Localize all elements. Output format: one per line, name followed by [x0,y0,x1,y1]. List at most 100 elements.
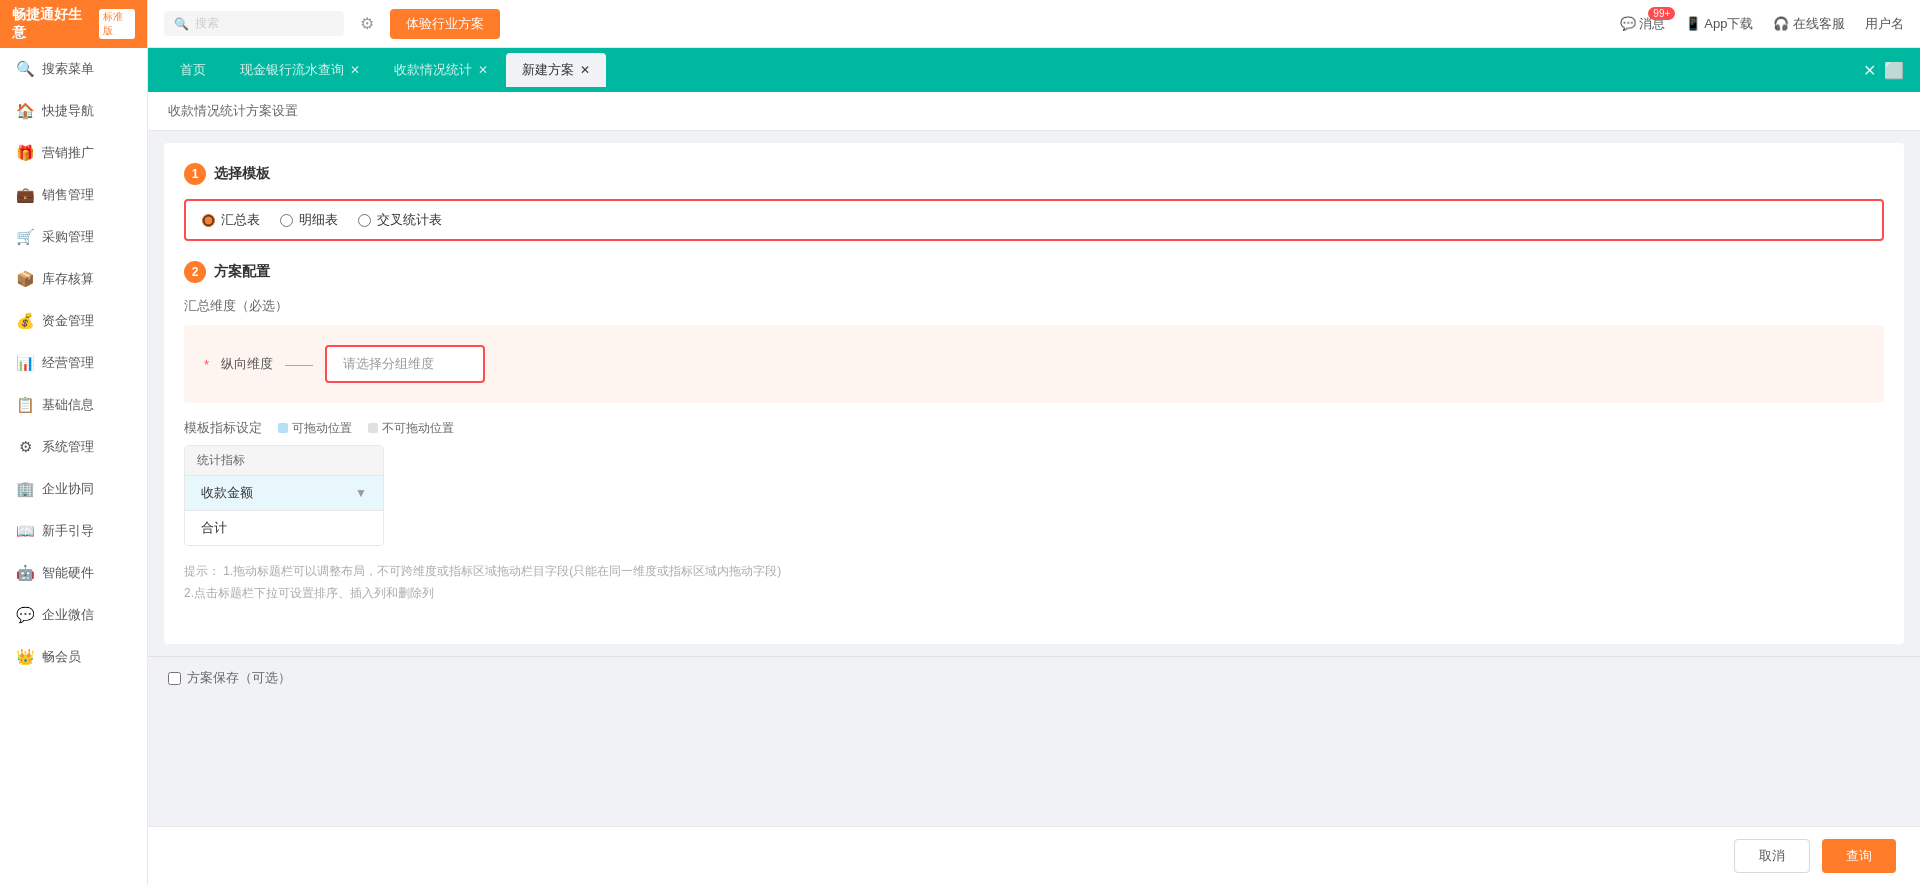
radio-cross-label: 交叉统计表 [377,211,442,229]
message-badge[interactable]: 💬 消息 99+ [1620,15,1666,33]
sidebar-item-marketing[interactable]: 🎁 营销推广 [0,132,147,174]
settings-icon[interactable]: ⚙ [360,14,374,33]
online-service[interactable]: 🎧 在线客服 [1773,15,1845,33]
sidebar-item-member[interactable]: 👑 畅会员 [0,636,147,678]
sidebar-item-finance[interactable]: 💰 资金管理 [0,300,147,342]
radio-summary[interactable]: 汇总表 [202,211,260,229]
tab-new-plan-label: 新建方案 [522,61,574,79]
query-button[interactable]: 查询 [1822,839,1896,873]
tabs-controls: ✕ ⬜ [1863,61,1904,80]
tab-receipt-stats-close[interactable]: ✕ [478,63,488,77]
search-placeholder: 搜索 [195,15,219,32]
message-icon: 💬 [1620,16,1636,31]
radio-summary-label: 汇总表 [221,211,260,229]
section2-title: 方案配置 [214,263,270,281]
metrics-section-label: 统计指标 [185,446,383,476]
purchase-icon: 🛒 [16,228,34,246]
service-label: 在线客服 [1793,16,1845,31]
dimension-input[interactable]: 请选择分组维度 [325,345,485,383]
user-name[interactable]: 用户名 [1865,15,1904,33]
sidebar-item-label: 企业微信 [42,606,94,624]
sidebar-item-enterprise[interactable]: 🏢 企业协同 [0,468,147,510]
operation-icon: 📊 [16,354,34,372]
maximize-icon[interactable]: ⬜ [1884,61,1904,80]
page-title: 收款情况统计方案设置 [168,103,298,118]
tips-section: 提示： 1.拖动标题栏可以调整布局，不可跨维度或指标区域拖动栏目字段(只能在同一… [184,561,1884,604]
radio-cross[interactable]: 交叉统计表 [358,211,442,229]
draggable-label: 可拖动位置 [292,420,352,437]
footer: 取消 查询 [148,826,1920,885]
app-download[interactable]: 📱 App下载 [1685,15,1753,33]
tab-home[interactable]: 首页 [164,53,222,87]
sidebar-item-label: 库存核算 [42,270,94,288]
draggable-dot [278,423,288,433]
system-icon: ⚙ [16,438,34,456]
cancel-button[interactable]: 取消 [1734,839,1810,873]
sidebar-item-system[interactable]: ⚙ 系统管理 [0,426,147,468]
sidebar-item-label: 搜索菜单 [42,60,94,78]
sidebar-item-purchase[interactable]: 🛒 采购管理 [0,216,147,258]
radio-detail-input[interactable] [280,214,293,227]
sidebar-item-label: 基础信息 [42,396,94,414]
section2-number: 2 [184,261,206,283]
search-menu-icon: 🔍 [16,60,34,78]
newbie-icon: 📖 [16,522,34,540]
message-count: 99+ [1648,7,1675,20]
sidebar-item-label: 营销推广 [42,144,94,162]
section1-number: 1 [184,163,206,185]
tab-new-plan-close[interactable]: ✕ [580,63,590,77]
sidebar-item-wechat[interactable]: 💬 企业微信 [0,594,147,636]
marketing-icon: 🎁 [16,144,34,162]
main-card: 1 选择模板 汇总表 明细表 [164,143,1904,644]
topbar: 🔍 搜索 ⚙ 体验行业方案 💬 消息 99+ 📱 App下载 🎧 在线客服 用户… [148,0,1920,48]
radio-detail[interactable]: 明细表 [280,211,338,229]
basic-info-icon: 📋 [16,396,34,414]
service-icon: 🎧 [1773,16,1789,31]
content-area: 收款情况统计方案设置 1 选择模板 汇总表 [148,92,1920,826]
sidebar-item-label: 经营管理 [42,354,94,372]
radio-summary-input[interactable] [202,214,215,227]
save-plan-input[interactable] [168,672,181,685]
radio-cross-input[interactable] [358,214,371,227]
tab-receipt-stats-label: 收款情况统计 [394,61,472,79]
dimension-area: * 纵向维度 —— 请选择分组维度 [184,325,1884,403]
logo-badge: 标准版 [99,9,135,39]
member-icon: 👑 [16,648,34,666]
template-options-box: 汇总表 明细表 交叉统计表 [184,199,1884,241]
tab-new-plan[interactable]: 新建方案 ✕ [506,53,606,87]
main-area: 🔍 搜索 ⚙ 体验行业方案 💬 消息 99+ 📱 App下载 🎧 在线客服 用户… [148,0,1920,885]
search-box[interactable]: 🔍 搜索 [164,11,344,36]
section-config: 2 方案配置 汇总维度（必选） * 纵向维度 —— 请选择分组维度 [184,261,1884,604]
sidebar-item-inventory[interactable]: 📦 库存核算 [0,258,147,300]
sidebar-item-search-menu[interactable]: 🔍 搜索菜单 [0,48,147,90]
sidebar-item-smart-hw[interactable]: 🤖 智能硬件 [0,552,147,594]
save-plan-checkbox[interactable]: 方案保存（可选） [168,669,291,687]
tab-receipt-stats[interactable]: 收款情况统计 ✕ [378,53,504,87]
industry-btn[interactable]: 体验行业方案 [390,9,500,39]
section-template: 1 选择模板 汇总表 明细表 [184,163,1884,241]
radio-detail-label: 明细表 [299,211,338,229]
search-icon: 🔍 [174,17,189,31]
sidebar-item-label: 智能硬件 [42,564,94,582]
non-draggable-badge: 不可拖动位置 [368,420,454,437]
metrics-table: 统计指标 收款金额 ▼ 合计 [184,445,384,546]
sidebar-item-basic-info[interactable]: 📋 基础信息 [0,384,147,426]
tip1-text: 1.拖动标题栏可以调整布局，不可跨维度或指标区域拖动栏目字段(只能在同一维度或指… [223,564,781,578]
metrics-column-header[interactable]: 收款金额 ▼ [185,476,383,511]
required-star: * [204,357,209,372]
close-window-icon[interactable]: ✕ [1863,61,1876,80]
sidebar-item-label: 畅会员 [42,648,81,666]
tab-bank-flow[interactable]: 现金银行流水查询 ✕ [224,53,376,87]
quick-nav-icon: 🏠 [16,102,34,120]
sales-icon: 💼 [16,186,34,204]
inventory-icon: 📦 [16,270,34,288]
app-icon: 📱 [1685,16,1701,31]
tab-bank-flow-close[interactable]: ✕ [350,63,360,77]
sidebar-item-label: 企业协同 [42,480,94,498]
sidebar-item-sales[interactable]: 💼 销售管理 [0,174,147,216]
sidebar-item-quick-nav[interactable]: 🏠 快捷导航 [0,90,147,132]
sidebar-item-newbie[interactable]: 📖 新手引导 [0,510,147,552]
finance-icon: 💰 [16,312,34,330]
sidebar: 畅捷通好生意 标准版 🔍 搜索菜单 🏠 快捷导航 🎁 营销推广 💼 销售管理 🛒… [0,0,148,885]
sidebar-item-operation[interactable]: 📊 经营管理 [0,342,147,384]
